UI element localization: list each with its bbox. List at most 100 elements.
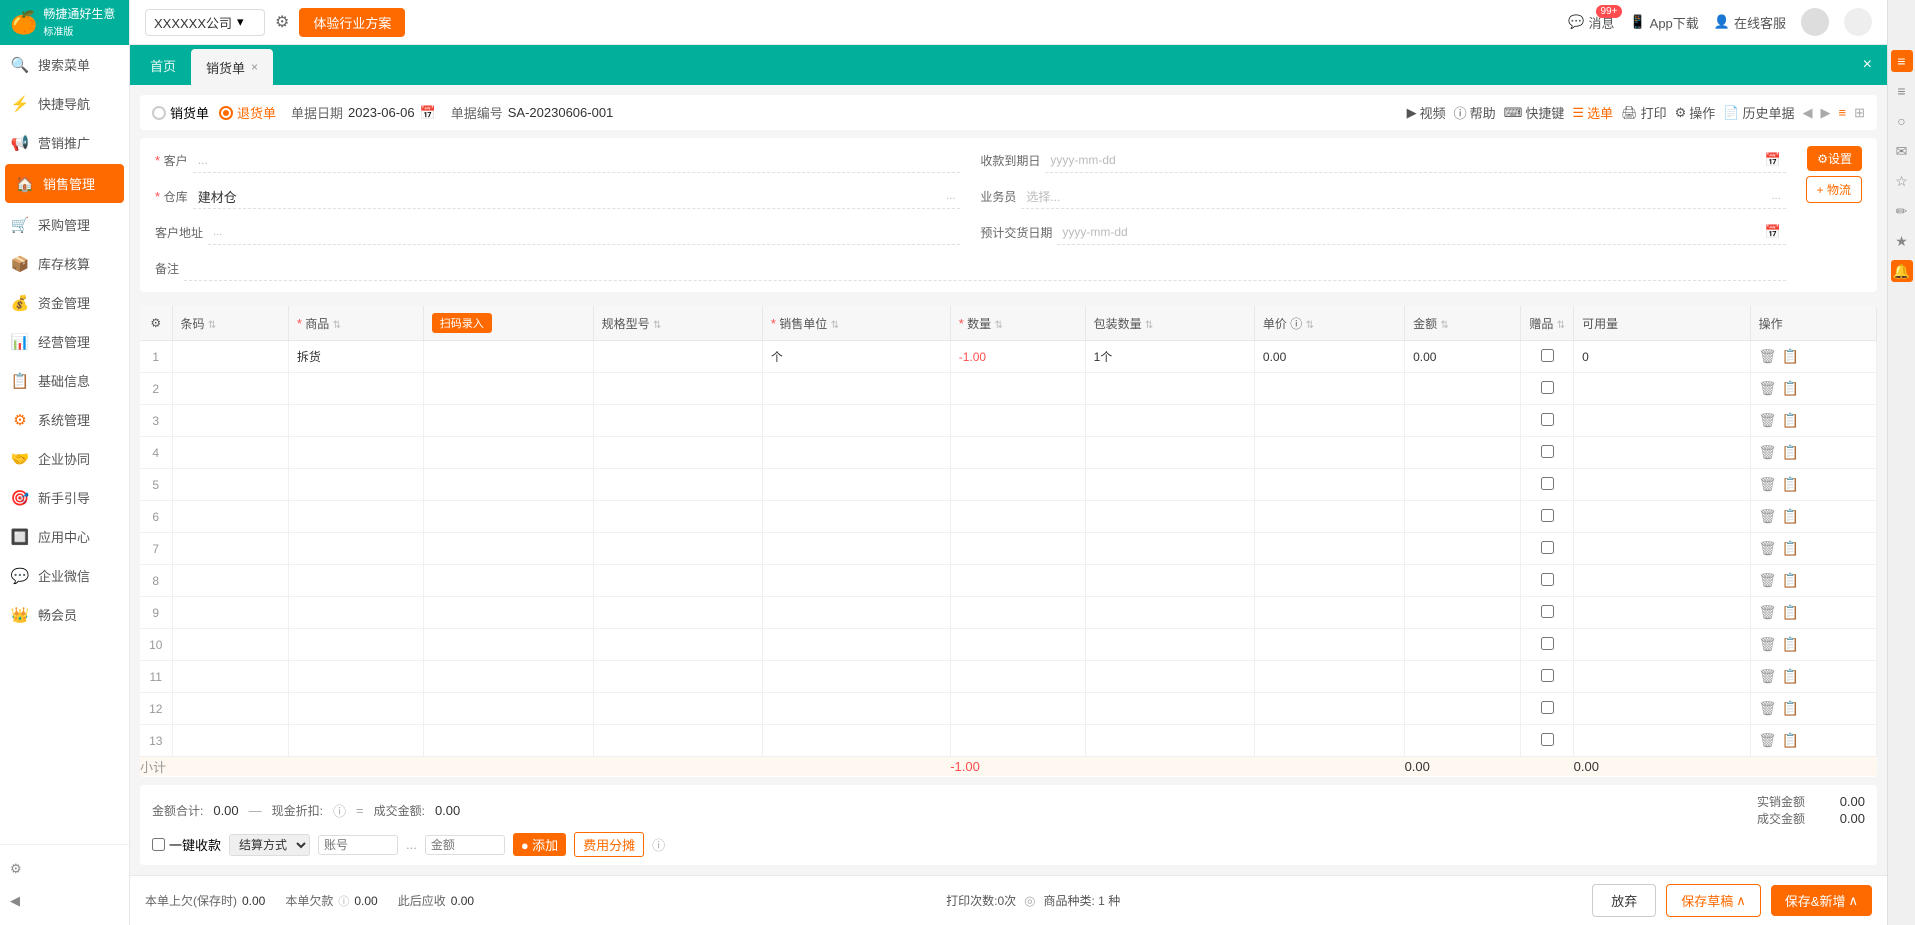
cell-pkg-1[interactable] <box>1085 373 1254 405</box>
delete-icon-9[interactable]: 🗑 <box>1759 636 1777 653</box>
cell-product-12[interactable] <box>288 725 423 757</box>
cell-amount-3[interactable] <box>1405 437 1521 469</box>
warehouse-value[interactable]: 建材仓 <box>198 187 237 206</box>
cell-spec-3[interactable] <box>593 437 762 469</box>
copy-icon-0[interactable]: 📋 <box>1781 348 1798 365</box>
cell-spec-1[interactable] <box>593 373 762 405</box>
cell-gift-3[interactable] <box>1521 437 1574 469</box>
cell-unit-7[interactable] <box>762 565 950 597</box>
payment-method-select[interactable]: 结算方式 <box>229 834 310 856</box>
tab-close-icon[interactable]: × <box>251 60 258 74</box>
tab-sales-order[interactable]: 销货单 × <box>191 49 273 85</box>
sidebar-item-销售管理[interactable]: 🏠 销售管理 <box>5 164 124 203</box>
cell-product-5[interactable] <box>288 501 423 533</box>
th-amount[interactable]: 金额 ⇅ <box>1405 306 1521 341</box>
cell-unit-2[interactable] <box>762 405 950 437</box>
cell-amount-8[interactable] <box>1405 597 1521 629</box>
customer-input[interactable]: ... <box>198 153 208 167</box>
right-panel-btn-5[interactable]: ☆ <box>1891 170 1913 192</box>
cell-unit-0[interactable]: 个 <box>762 341 950 373</box>
experience-btn[interactable]: 体验行业方案 <box>299 8 405 37</box>
th-price[interactable]: 单价 ⓘ ⇅ <box>1254 306 1404 341</box>
cell-barcode-7[interactable] <box>172 565 288 597</box>
cell-amount-6[interactable] <box>1405 533 1521 565</box>
cell-barcode-8[interactable] <box>172 597 288 629</box>
cell-unit-9[interactable] <box>762 629 950 661</box>
cell-qty-12[interactable] <box>950 725 1085 757</box>
cell-unit-4[interactable] <box>762 469 950 501</box>
cell-spec-6[interactable] <box>593 533 762 565</box>
logistics-btn[interactable]: + 物流 <box>1806 176 1862 203</box>
cell-amount-2[interactable] <box>1405 405 1521 437</box>
th-gift[interactable]: 赠品 ⇅ <box>1521 306 1574 341</box>
cell-pkg-2[interactable] <box>1085 405 1254 437</box>
cell-barcode-0[interactable] <box>172 341 288 373</box>
cell-pkg-10[interactable] <box>1085 661 1254 693</box>
sidebar-item-营销推广[interactable]: 📢 营销推广 <box>0 123 129 162</box>
cell-gift-12[interactable] <box>1521 725 1574 757</box>
cell-qty-5[interactable] <box>950 501 1085 533</box>
app-download-btn[interactable]: 📱 App下载 <box>1629 13 1698 32</box>
cell-gift-6[interactable] <box>1521 533 1574 565</box>
cell-gift-11[interactable] <box>1521 693 1574 725</box>
cell-gift-1[interactable] <box>1521 373 1574 405</box>
payment-due-calendar-icon[interactable]: 📅 <box>1764 152 1780 168</box>
th-spec[interactable]: 规格型号 ⇅ <box>593 306 762 341</box>
cell-price-5[interactable] <box>1254 501 1404 533</box>
cell-barcode-3[interactable] <box>172 437 288 469</box>
cell-qty-1[interactable] <box>950 373 1085 405</box>
delete-icon-7[interactable]: 🗑 <box>1759 572 1777 589</box>
cell-product-6[interactable] <box>288 533 423 565</box>
cell-spec-5[interactable] <box>593 501 762 533</box>
right-panel-btn-6[interactable]: ✏ <box>1891 200 1913 222</box>
cell-gift-10[interactable] <box>1521 661 1574 693</box>
cell-qty-8[interactable] <box>950 597 1085 629</box>
message-btn[interactable]: 💬 消息 99+ <box>1568 13 1614 32</box>
cell-product-10[interactable] <box>288 661 423 693</box>
sidebar-item-应用中心[interactable]: 🔲 应用中心 <box>0 517 129 556</box>
cell-gift-4[interactable] <box>1521 469 1574 501</box>
save-new-btn[interactable]: 保存&新增 ∧ <box>1771 885 1872 916</box>
copy-icon-6[interactable]: 📋 <box>1781 540 1798 557</box>
sidebar-item-快捷导航[interactable]: ⚡ 快捷导航 <box>0 84 129 123</box>
cell-product-4[interactable] <box>288 469 423 501</box>
cell-product-7[interactable] <box>288 565 423 597</box>
delete-icon-5[interactable]: 🗑 <box>1759 508 1777 525</box>
right-panel-btn-2[interactable]: ≡ <box>1891 80 1913 102</box>
cell-pkg-12[interactable] <box>1085 725 1254 757</box>
sidebar-item-搜索菜单[interactable]: 🔍 搜索菜单 <box>0 45 129 84</box>
toolbar-list-view-icon[interactable]: ≡ <box>1839 105 1847 120</box>
cell-barcode-6[interactable] <box>172 533 288 565</box>
cell-qty-9[interactable] <box>950 629 1085 661</box>
toolbar-grid-view-icon[interactable]: ⊞ <box>1854 105 1865 121</box>
toolbar-operation-btn[interactable]: ⚙ 操作 <box>1675 103 1716 122</box>
cell-qty-11[interactable] <box>950 693 1085 725</box>
cell-pkg-3[interactable] <box>1085 437 1254 469</box>
cell-amount-1[interactable] <box>1405 373 1521 405</box>
right-panel-btn-3[interactable]: ○ <box>1891 110 1913 132</box>
cell-amount-11[interactable] <box>1405 693 1521 725</box>
cell-gift-5[interactable] <box>1521 501 1574 533</box>
cell-amount-9[interactable] <box>1405 629 1521 661</box>
delete-icon-1[interactable]: 🗑 <box>1759 380 1777 397</box>
sidebar-settings-btn[interactable]: ⚙ <box>0 853 129 885</box>
delete-icon-4[interactable]: 🗑 <box>1759 476 1777 493</box>
date-calendar-icon[interactable]: 📅 <box>420 105 436 121</box>
online-service-btn[interactable]: 👤 在线客服 <box>1714 13 1786 32</box>
toolbar-shortcut-btn[interactable]: ⌨ 快捷键 <box>1504 103 1565 122</box>
notes-input[interactable] <box>184 257 1786 281</box>
user-avatar[interactable] <box>1801 8 1829 36</box>
tab-home[interactable]: 首页 <box>135 45 191 85</box>
discard-btn[interactable]: 放弃 <box>1592 884 1656 917</box>
cell-amount-4[interactable] <box>1405 469 1521 501</box>
cell-gift-9[interactable] <box>1521 629 1574 661</box>
cell-spec-8[interactable] <box>593 597 762 629</box>
settings-btn[interactable]: ⚙设置 <box>1807 146 1862 171</box>
cell-price-7[interactable] <box>1254 565 1404 597</box>
radio-sales-order[interactable]: 销货单 <box>152 103 209 122</box>
copy-icon-11[interactable]: 📋 <box>1781 700 1798 717</box>
cell-gift-8[interactable] <box>1521 597 1574 629</box>
sidebar-item-资金管理[interactable]: 💰 资金管理 <box>0 283 129 322</box>
cell-spec-9[interactable] <box>593 629 762 661</box>
cell-qty-2[interactable] <box>950 405 1085 437</box>
